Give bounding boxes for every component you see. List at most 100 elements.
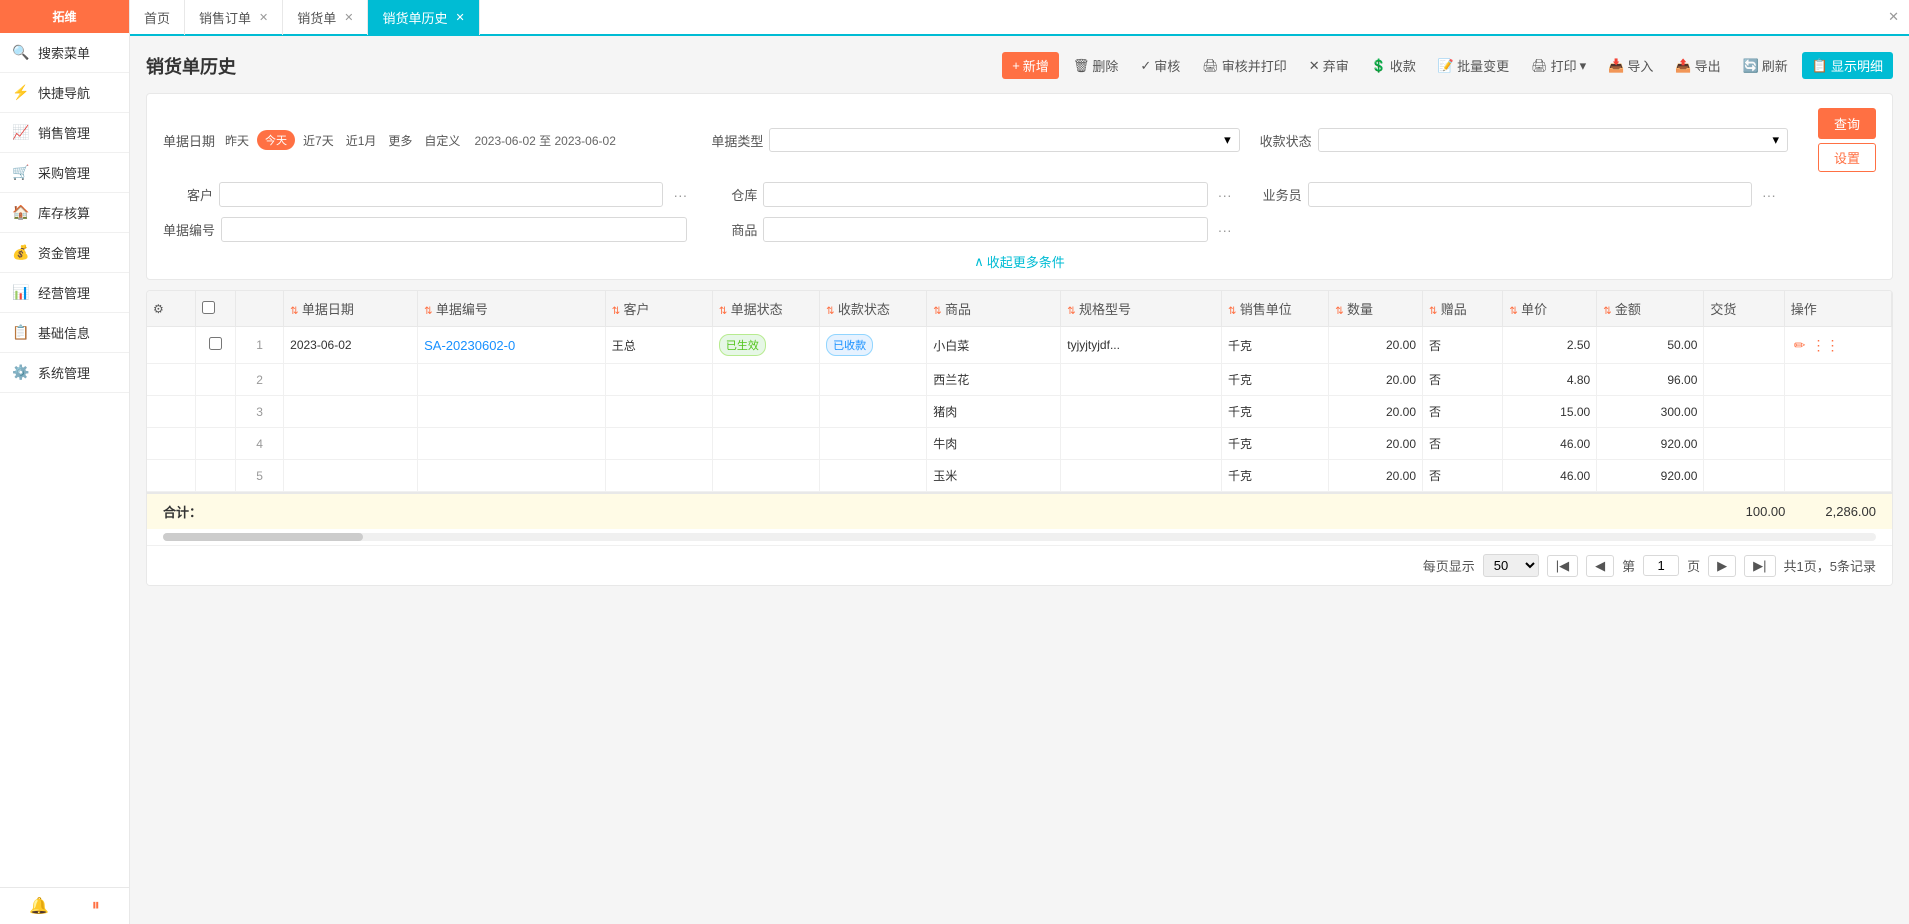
- sidebar-item-sys-mgmt[interactable]: ⚙️ 系统管理: [0, 353, 129, 393]
- print-button[interactable]: 🖨 打印 ▾: [1523, 52, 1594, 79]
- audit-print-button[interactable]: 🖨 审核并打印: [1194, 52, 1295, 79]
- cell-doc-no[interactable]: [418, 396, 606, 428]
- agent-dots-icon[interactable]: ···: [1762, 187, 1776, 203]
- shortcut-7days[interactable]: 近7天: [299, 130, 338, 151]
- filter-customer-input[interactable]: [219, 182, 663, 207]
- filter-paystatus-select[interactable]: ▾: [1318, 128, 1788, 152]
- clipboard-icon: 📋: [12, 324, 30, 341]
- cell-price: 46.00: [1503, 428, 1597, 460]
- shortcut-more[interactable]: 更多: [384, 130, 416, 151]
- sidebar-item-sales-mgmt[interactable]: 📈 销售管理: [0, 113, 129, 153]
- scrollbar-thumb[interactable]: [163, 533, 363, 541]
- filter-agent-input[interactable]: [1308, 182, 1752, 207]
- export-button[interactable]: 📤 导出: [1667, 52, 1728, 79]
- row-check[interactable]: [195, 396, 235, 428]
- shortcut-today[interactable]: 今天: [257, 130, 295, 150]
- row-check[interactable]: [195, 460, 235, 492]
- table-scroll[interactable]: ⚙ ⇅ 单据日期 ⇅ 单据编号 ⇅ 客户 ⇅ 单据状态 ⇅ 收款状态 ⇅ 商品 …: [147, 291, 1892, 492]
- customer-dots-icon[interactable]: ···: [673, 187, 687, 203]
- toolbar: + 新增 🗑 删除 ✓ 审核 🖨 审核并打印 ✕ 弃审: [1002, 52, 1893, 79]
- scrollbar-track[interactable]: [163, 533, 1876, 541]
- more-action-button[interactable]: ⋮⋮: [1809, 337, 1843, 354]
- col-pay-status[interactable]: ⇅ 收款状态: [820, 291, 927, 327]
- check-all[interactable]: [202, 301, 215, 314]
- cell-doc-no[interactable]: [418, 428, 606, 460]
- col-doc-no[interactable]: ⇅ 单据编号: [418, 291, 606, 327]
- sidebar-item-quick-nav[interactable]: ⚡ 快捷导航: [0, 73, 129, 113]
- sidebar-item-ops-mgmt[interactable]: 📊 经营管理: [0, 273, 129, 313]
- filter-row-2: 客户 ··· 仓库 ··· 业务员 ···: [163, 182, 1876, 207]
- col-spec[interactable]: ⇅ 规格型号: [1061, 291, 1222, 327]
- col-gear[interactable]: ⚙: [147, 291, 195, 327]
- refresh-icon: 🔄: [1743, 58, 1759, 74]
- col-price[interactable]: ⇅ 单价: [1503, 291, 1597, 327]
- product-dots-icon[interactable]: ···: [1218, 222, 1232, 238]
- row-check[interactable]: [195, 428, 235, 460]
- cell-spec: [1061, 364, 1222, 396]
- edit-action-button[interactable]: ✏: [1791, 337, 1809, 354]
- filter-warehouse-input[interactable]: [763, 182, 1207, 207]
- collapse-button[interactable]: ∧ 收起更多条件: [974, 252, 1065, 271]
- tab-close-icon[interactable]: ✕: [344, 11, 353, 24]
- collect-button[interactable]: 💲 收款: [1363, 52, 1424, 79]
- page-number-input[interactable]: [1643, 555, 1679, 576]
- col-doc-date[interactable]: ⇅ 单据日期: [284, 291, 418, 327]
- col-product[interactable]: ⇅ 商品: [927, 291, 1061, 327]
- shortcut-custom[interactable]: 自定义: [420, 130, 464, 151]
- col-qty[interactable]: ⇅ 数量: [1329, 291, 1423, 327]
- tab-close-icon[interactable]: ✕: [259, 11, 268, 24]
- row-check[interactable]: [195, 364, 235, 396]
- shortcut-yesterday[interactable]: 昨天: [221, 130, 253, 151]
- col-customer[interactable]: ⇅ 客户: [605, 291, 712, 327]
- col-doc-status[interactable]: ⇅ 单据状态: [712, 291, 819, 327]
- last-page-button[interactable]: ▶|: [1744, 555, 1775, 577]
- warehouse-dots-icon[interactable]: ···: [1218, 187, 1232, 203]
- settings-button[interactable]: 设置: [1818, 143, 1876, 172]
- col-gift[interactable]: ⇅ 赠品: [1423, 291, 1503, 327]
- row-check[interactable]: [195, 327, 235, 364]
- tab-sales-invoice[interactable]: 销货单 ✕: [283, 0, 368, 35]
- refresh-button[interactable]: 🔄 刷新: [1735, 52, 1796, 79]
- page-title: 销货单历史: [146, 53, 236, 79]
- sidebar-item-finance-mgmt[interactable]: 💰 资金管理: [0, 233, 129, 273]
- tab-close-icon[interactable]: ✕: [456, 11, 465, 24]
- cell-pay-status: 已收款: [820, 327, 927, 364]
- tab-sales-history[interactable]: 销货单历史 ✕: [368, 0, 479, 35]
- sidebar-item-purchase-mgmt[interactable]: 🛒 采购管理: [0, 153, 129, 193]
- row-checkbox[interactable]: [209, 337, 222, 350]
- pause-icon[interactable]: ⏸: [92, 897, 100, 915]
- first-page-button[interactable]: |◀: [1547, 555, 1578, 577]
- import-button[interactable]: 📥 导入: [1600, 52, 1661, 79]
- show-detail-button[interactable]: 📋 显示明细: [1802, 52, 1893, 79]
- batch-change-button[interactable]: 📝 批量变更: [1430, 52, 1517, 79]
- tab-home[interactable]: 首页: [130, 0, 185, 35]
- prev-page-button[interactable]: ◀: [1586, 555, 1614, 577]
- sidebar-item-base-info[interactable]: 📋 基础信息: [0, 313, 129, 353]
- chart-icon: 📈: [12, 124, 30, 141]
- main-content: 首页 销售订单 ✕ 销货单 ✕ 销货单历史 ✕ ✕ 销货单历史 + 新增: [130, 0, 1909, 924]
- filter-docno-input[interactable]: [221, 217, 687, 242]
- shortcut-1month[interactable]: 近1月: [342, 130, 381, 151]
- cell-doc-no[interactable]: [418, 364, 606, 396]
- cell-doc-no[interactable]: SA-20230602-0: [418, 327, 606, 364]
- abandon-button[interactable]: ✕ 弃审: [1301, 52, 1357, 79]
- per-page-select[interactable]: 10 20 50 100: [1483, 554, 1539, 577]
- filter-product-input[interactable]: [763, 217, 1207, 242]
- col-unit[interactable]: ⇅ 销售单位: [1222, 291, 1329, 327]
- sidebar-item-inventory[interactable]: 🏠 库存核算: [0, 193, 129, 233]
- sidebar-item-search-menu[interactable]: 🔍 搜索菜单: [0, 33, 129, 73]
- col-check[interactable]: [195, 291, 235, 327]
- tab-bar-end-close[interactable]: ✕: [1888, 9, 1909, 25]
- cell-doc-no[interactable]: [418, 460, 606, 492]
- col-amount[interactable]: ⇅ 金额: [1597, 291, 1704, 327]
- delete-button[interactable]: 🗑 删除: [1065, 52, 1127, 79]
- cell-doc-status: 已生效: [712, 327, 819, 364]
- notification-icon[interactable]: 🔔: [29, 896, 49, 916]
- next-page-button[interactable]: ▶: [1708, 555, 1736, 577]
- doc-no-link[interactable]: SA-20230602-0: [424, 338, 515, 353]
- new-button[interactable]: + 新增: [1002, 52, 1059, 79]
- audit-button[interactable]: ✓ 审核: [1132, 52, 1188, 79]
- tab-sales-order[interactable]: 销售订单 ✕: [185, 0, 283, 35]
- filter-doctype-select[interactable]: ▾: [769, 128, 1239, 152]
- query-button[interactable]: 查询: [1818, 108, 1876, 139]
